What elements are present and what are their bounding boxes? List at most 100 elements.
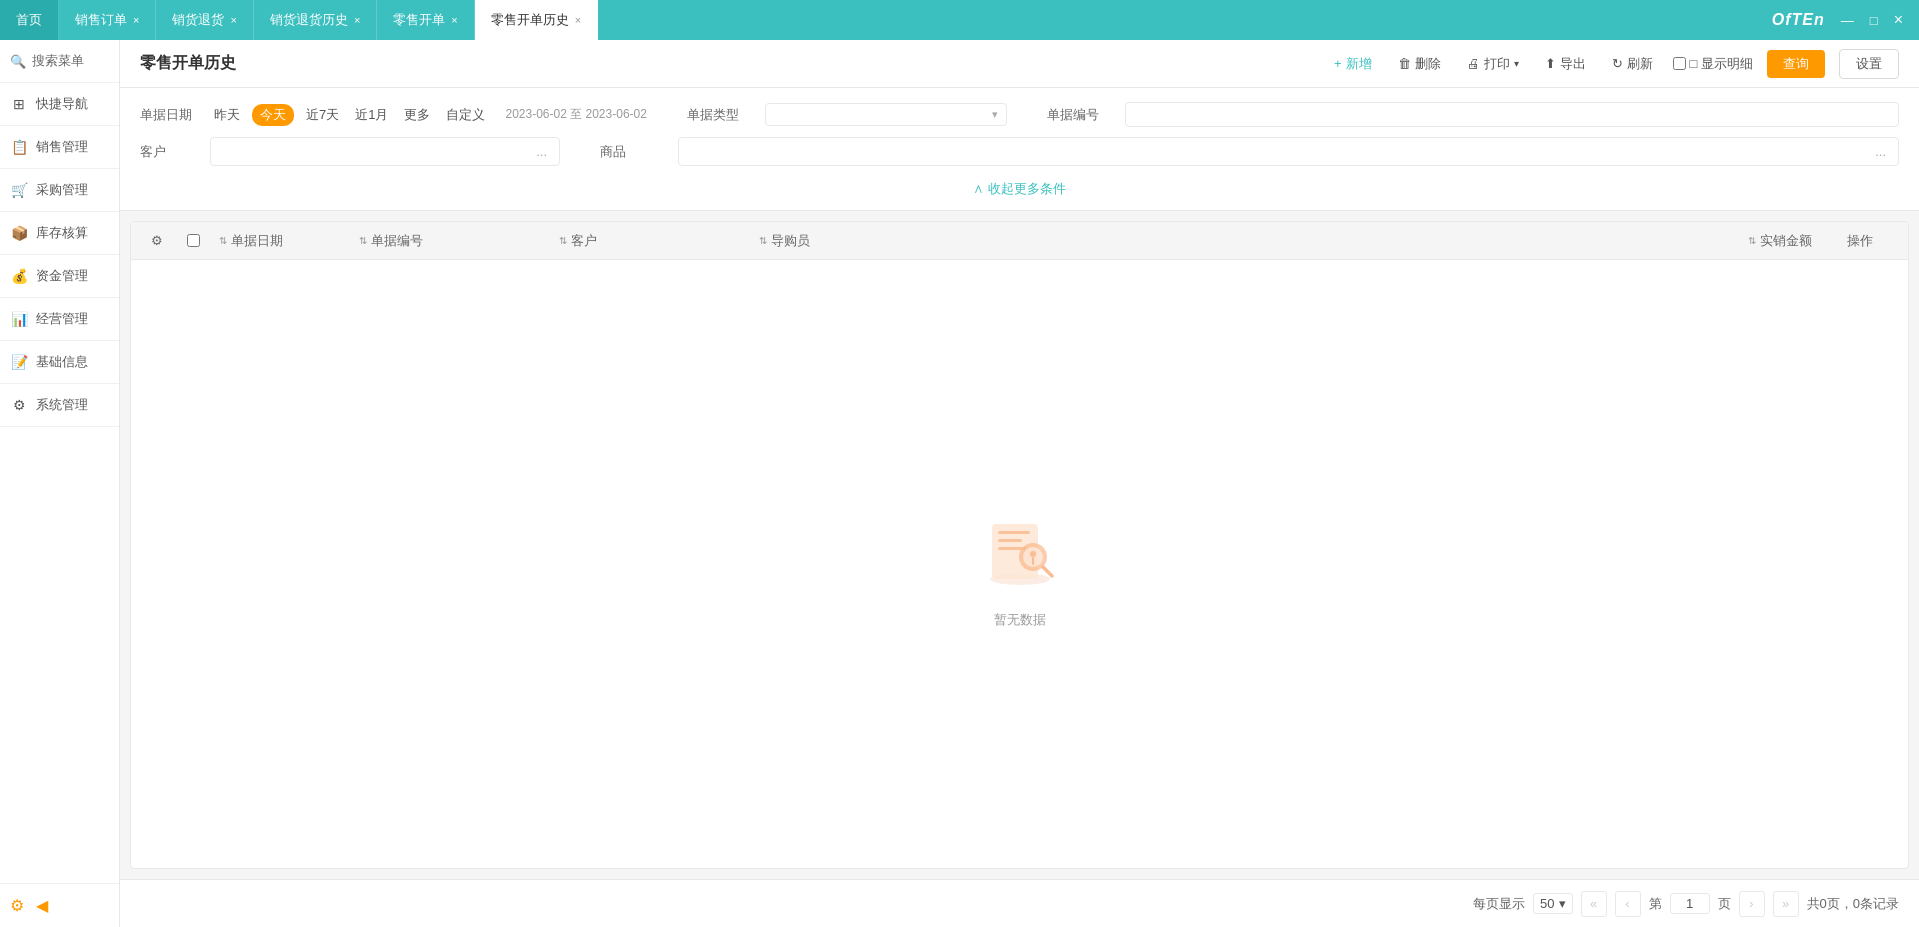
query-button[interactable]: 查询 (1767, 50, 1825, 78)
restore-btn[interactable]: □ (1870, 13, 1878, 28)
tab-sales-order-close[interactable]: × (133, 14, 139, 26)
tab-retail-open-history-label: 零售开单历史 (491, 11, 569, 29)
last7-btn[interactable]: 近7天 (302, 104, 343, 126)
type-filter-arrow-icon: ▾ (992, 108, 998, 121)
next-page-btn[interactable]: › (1739, 891, 1765, 917)
show-detail-input[interactable] (1673, 57, 1686, 70)
date-filter-buttons: 昨天 今天 近7天 近1月 更多 自定义 2023-06-02 至 2023-0… (210, 104, 647, 126)
tab-retail-open-history-close[interactable]: × (575, 14, 581, 26)
sidebar-item-quick-nav[interactable]: ⊞ 快捷导航 (0, 83, 119, 126)
sidebar-collapse-btn[interactable]: ◀ (36, 896, 48, 915)
customer-filter-dots[interactable]: ... (528, 144, 555, 159)
sort-guide-icon: ⇅ (759, 235, 767, 246)
sidebar-item-basic-info-label: 基础信息 (36, 353, 88, 371)
tab-retail-open[interactable]: 零售开单 × (377, 0, 474, 40)
tab-sales-return[interactable]: 销货退货 × (156, 0, 253, 40)
page-header: 零售开单历史 + 新增 🗑 删除 🖨 打印 ▾ ⬆ 导出 (120, 40, 1919, 88)
print-button[interactable]: 🖨 打印 ▾ (1461, 51, 1525, 77)
sidebar-item-sys-mgmt[interactable]: ⚙ 系统管理 (0, 384, 119, 427)
refresh-button[interactable]: ↻ 刷新 (1606, 51, 1659, 77)
stock-mgmt-icon: 📦 (10, 225, 28, 241)
sidebar-item-sys-mgmt-label: 系统管理 (36, 396, 88, 414)
tab-home-label: 首页 (16, 11, 42, 29)
goods-filter-dots[interactable]: ... (1867, 144, 1894, 159)
first-page-btn[interactable]: « (1581, 891, 1607, 917)
close-btn[interactable]: × (1894, 11, 1903, 29)
table-header-checkbox[interactable] (175, 234, 211, 247)
sidebar-bottom: ⚙ ◀ (0, 883, 119, 927)
table-header-customer[interactable]: ⇅ 客户 (551, 232, 751, 250)
sidebar-item-sales-mgmt[interactable]: 📋 销售管理 (0, 126, 119, 169)
tab-retail-open-label: 零售开单 (393, 11, 445, 29)
sidebar-item-purchase-mgmt-label: 采购管理 (36, 181, 88, 199)
tab-sales-order[interactable]: 销售订单 × (59, 0, 156, 40)
collapse-row[interactable]: ∧ 收起更多条件 (140, 176, 1899, 202)
table-header-number[interactable]: ⇅ 单据编号 (351, 232, 551, 250)
page-label: 第 (1649, 895, 1662, 913)
content-area: 零售开单历史 + 新增 🗑 删除 🖨 打印 ▾ ⬆ 导出 (120, 40, 1919, 927)
sidebar-item-finance-mgmt[interactable]: 💰 资金管理 (0, 255, 119, 298)
table-header-customer-label: 客户 (571, 232, 597, 250)
refresh-icon: ↻ (1612, 56, 1623, 71)
table-header-amount[interactable]: ⇅ 实销金额 (891, 232, 1820, 250)
delete-label: 删除 (1415, 55, 1441, 73)
type-filter-label: 单据类型 (687, 106, 757, 124)
customer-filter-input[interactable] (215, 140, 528, 163)
last1m-btn[interactable]: 近1月 (351, 104, 392, 126)
tab-retail-open-history[interactable]: 零售开单历史 × (475, 0, 598, 40)
sidebar-item-stock-mgmt-label: 库存核算 (36, 224, 88, 242)
goods-filter-input[interactable] (683, 140, 1867, 163)
export-button[interactable]: ⬆ 导出 (1539, 51, 1592, 77)
show-detail-checkbox[interactable]: □ 显示明细 (1673, 55, 1753, 73)
filter-row-1: 单据日期 昨天 今天 近7天 近1月 更多 自定义 2023-06-02 至 2… (140, 102, 1899, 127)
table-header-guide[interactable]: ⇅ 导购员 (751, 232, 891, 250)
sidebar-item-ops-mgmt[interactable]: 📊 经营管理 (0, 298, 119, 341)
table-header: ⚙ ⇅ 单据日期 ⇅ 单据编号 ⇅ 客户 ⇅ (131, 222, 1908, 260)
last-page-btn[interactable]: » (1773, 891, 1799, 917)
purchase-mgmt-icon: 🛒 (10, 182, 28, 198)
sys-mgmt-icon: ⚙ (10, 397, 28, 413)
minimize-btn[interactable]: — (1841, 13, 1854, 28)
sidebar-item-ops-mgmt-label: 经营管理 (36, 310, 88, 328)
filter-section: 单据日期 昨天 今天 近7天 近1月 更多 自定义 2023-06-02 至 2… (120, 88, 1919, 211)
prev-page-icon: ‹ (1625, 896, 1629, 911)
date-range-display: 2023-06-02 至 2023-06-02 (505, 106, 646, 123)
settings-button[interactable]: 设置 (1839, 49, 1899, 79)
table-header-guide-label: 导购员 (771, 232, 810, 250)
add-button[interactable]: + 新增 (1328, 51, 1378, 77)
tab-retail-open-close[interactable]: × (451, 14, 457, 26)
table-settings-icon[interactable]: ⚙ (151, 233, 163, 248)
settings-label: 设置 (1856, 55, 1882, 73)
no-filter-label: 单据编号 (1047, 106, 1117, 124)
tab-home[interactable]: 首页 (0, 0, 59, 40)
page-input[interactable] (1670, 893, 1710, 914)
sidebar-search[interactable]: 🔍 搜索菜单 (0, 40, 119, 83)
tab-sales-return-close[interactable]: × (230, 14, 236, 26)
table-header-settings[interactable]: ⚙ (139, 233, 175, 248)
sidebar-item-stock-mgmt[interactable]: 📦 库存核算 (0, 212, 119, 255)
per-page-select[interactable]: 50 ▾ (1533, 893, 1572, 914)
export-label: 导出 (1560, 55, 1586, 73)
table-header-date[interactable]: ⇅ 单据日期 (211, 232, 351, 250)
no-filter-input[interactable] (1125, 102, 1899, 127)
tab-sales-return-history[interactable]: 销货退货历史 × (254, 0, 377, 40)
sidebar-gear-btn[interactable]: ⚙ (10, 896, 24, 915)
export-icon: ⬆ (1545, 56, 1556, 71)
more-btn[interactable]: 更多 (400, 104, 434, 126)
page-suffix: 页 (1718, 895, 1731, 913)
toolbar: + 新增 🗑 删除 🖨 打印 ▾ ⬆ 导出 ↻ 刷新 (1328, 49, 1899, 79)
yesterday-btn[interactable]: 昨天 (210, 104, 244, 126)
query-label: 查询 (1783, 55, 1809, 73)
prev-page-btn[interactable]: ‹ (1615, 891, 1641, 917)
sidebar-item-sales-mgmt-label: 销售管理 (36, 138, 88, 156)
table-select-all[interactable] (187, 234, 200, 247)
sidebar-item-finance-mgmt-label: 资金管理 (36, 267, 88, 285)
sidebar-item-purchase-mgmt[interactable]: 🛒 采购管理 (0, 169, 119, 212)
custom-btn[interactable]: 自定义 (442, 104, 489, 126)
type-filter-select[interactable]: ▾ (765, 103, 1007, 126)
today-btn[interactable]: 今天 (252, 104, 294, 126)
refresh-label: 刷新 (1627, 55, 1653, 73)
tab-sales-return-history-close[interactable]: × (354, 14, 360, 26)
sidebar-item-basic-info[interactable]: 📝 基础信息 (0, 341, 119, 384)
delete-button[interactable]: 🗑 删除 (1392, 51, 1447, 77)
